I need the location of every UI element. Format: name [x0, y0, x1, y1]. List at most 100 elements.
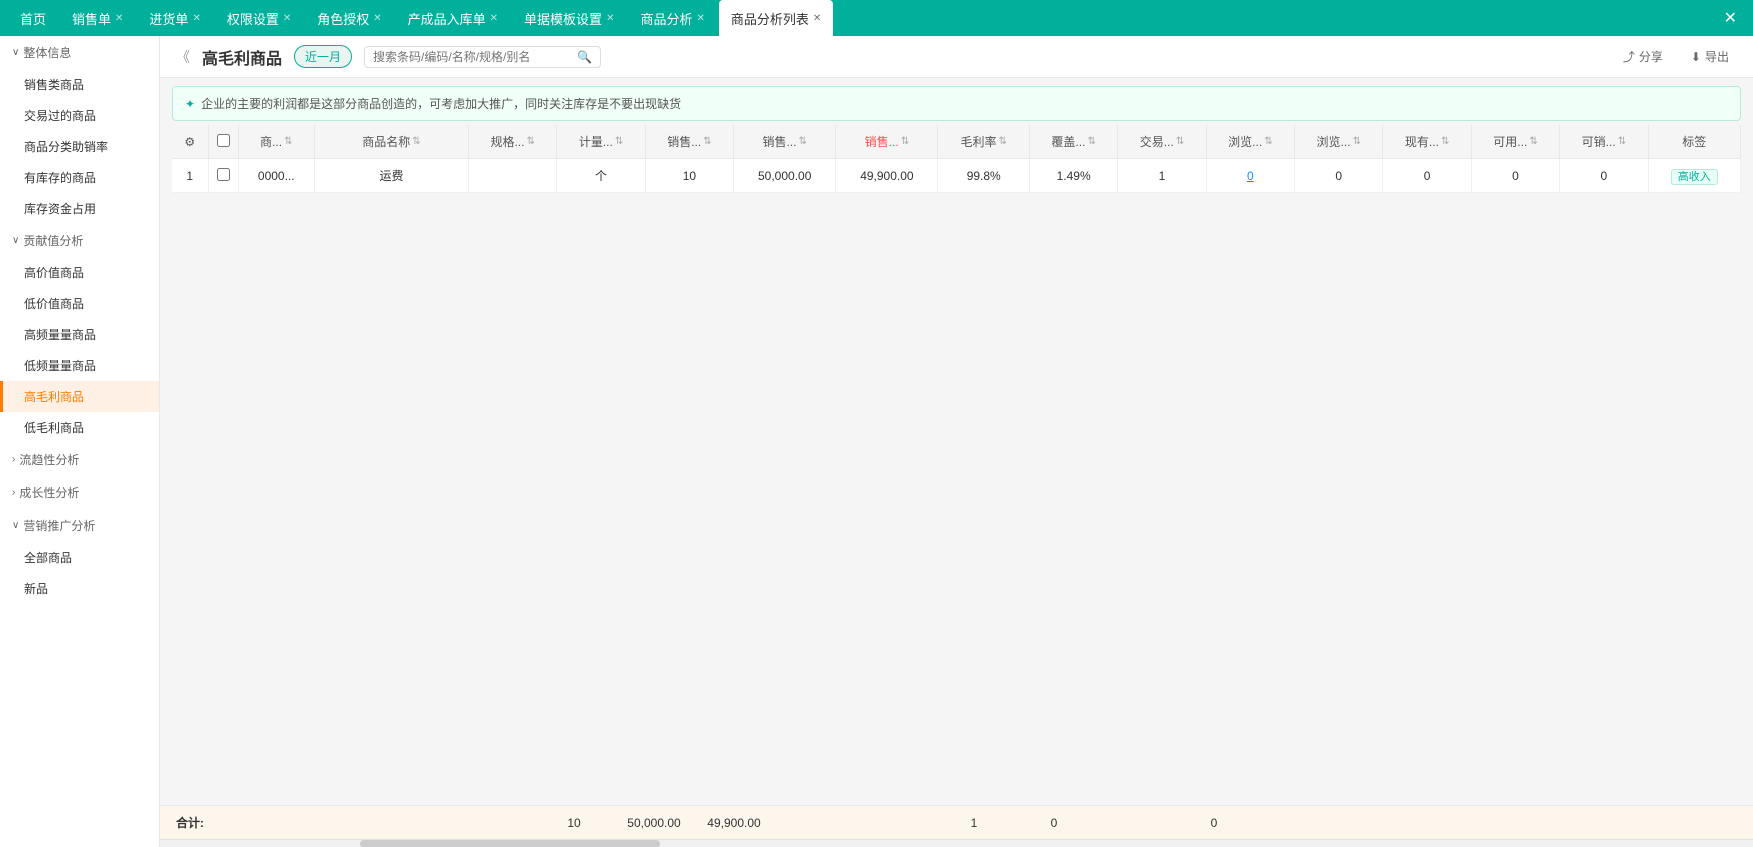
cell-tag: 高收入	[1648, 159, 1740, 193]
col-tag: 标签	[1648, 125, 1740, 159]
cell-sales-qty: 10	[645, 159, 733, 193]
table-container: ⚙ 商... ⇅ 商品名称	[160, 125, 1753, 805]
sidebar-item-high-freq[interactable]: 高频量量商品	[0, 319, 159, 350]
tab-home[interactable]: 首页	[8, 0, 58, 36]
tab-sales[interactable]: 销售单 ✕	[60, 0, 135, 36]
cell-browse1[interactable]: 0	[1206, 159, 1294, 193]
sidebar-item-inventory-goods[interactable]: 有库存的商品	[0, 162, 159, 193]
sort-icon[interactable]: ⇅	[284, 136, 292, 147]
col-spec: 规格... ⇅	[468, 125, 556, 159]
main-layout: ∨ 整体信息 销售类商品 交易过的商品 商品分类助销率 有库存的商品 库存资金占…	[0, 36, 1753, 847]
total-values: 10 50,000.00 49,900.00 1 0 0	[244, 816, 1737, 830]
scrollbar-thumb[interactable]	[360, 840, 660, 847]
row-select-checkbox[interactable]	[217, 168, 230, 181]
content-area: 《 高毛利商品 近一月 🔍 ⤴ 分享 ⬇ 导出 ✦ 企业的主要的利润都是这部分商…	[160, 36, 1753, 847]
col-sales-qty: 销售... ⇅	[645, 125, 733, 159]
sort-icon[interactable]: ⇅	[1176, 136, 1184, 147]
sort-icon[interactable]: ⇅	[526, 136, 534, 147]
sidebar-item-category-assist[interactable]: 商品分类助销率	[0, 131, 159, 162]
cell-margin-rate: 99.8%	[938, 159, 1029, 193]
close-tab-analysis[interactable]: ✕	[696, 13, 704, 24]
sidebar-group-overall[interactable]: ∨ 整体信息	[0, 36, 159, 69]
total-sales-amount: 50,000.00	[614, 816, 694, 830]
sort-icon[interactable]: ⇅	[1264, 136, 1272, 147]
search-input[interactable]	[373, 50, 573, 64]
close-tab-purchase[interactable]: ✕	[192, 13, 200, 24]
settings-icon[interactable]: ⚙	[184, 135, 195, 149]
sort-icon[interactable]: ⇅	[1618, 136, 1626, 147]
cell-sales-amount: 50,000.00	[734, 159, 836, 193]
table-header-row: ⚙ 商... ⇅ 商品名称	[172, 125, 1741, 159]
sort-icon[interactable]: ⇅	[412, 136, 420, 147]
cell-spec	[468, 159, 556, 193]
sidebar-item-new-goods[interactable]: 新品	[0, 573, 159, 604]
tab-permission[interactable]: 权限设置 ✕	[215, 0, 303, 36]
tab-role[interactable]: 角色授权 ✕	[305, 0, 393, 36]
filter-recent-month-button[interactable]: 近一月	[294, 45, 352, 68]
chevron-right-icon: ›	[12, 487, 15, 498]
sidebar-item-low-margin[interactable]: 低毛利商品	[0, 412, 159, 443]
search-box: 🔍	[364, 46, 601, 68]
sidebar-group-marketing[interactable]: ∨ 营销推广分析	[0, 509, 159, 542]
cell-name: 运费	[315, 159, 469, 193]
close-tab-permission[interactable]: ✕	[283, 13, 291, 24]
sidebar-item-high-value[interactable]: 高价值商品	[0, 257, 159, 288]
cell-sales-cost: 49,900.00	[836, 159, 938, 193]
collapse-sidebar-button[interactable]: 《	[176, 47, 190, 67]
sort-icon[interactable]: ⇅	[1441, 136, 1449, 147]
cell-browse2: 0	[1295, 159, 1383, 193]
search-icon[interactable]: 🔍	[577, 50, 592, 64]
horizontal-scrollbar[interactable]	[160, 839, 1753, 847]
chevron-down-icon: ∨	[12, 520, 19, 531]
chevron-right-icon: ›	[12, 454, 15, 465]
close-window-button[interactable]: ✕	[1716, 8, 1745, 28]
col-name: 商品名称 ⇅	[315, 125, 469, 159]
close-tab-template[interactable]: ✕	[606, 13, 614, 24]
tab-analysis[interactable]: 商品分析 ✕	[628, 0, 716, 36]
sidebar-item-low-freq[interactable]: 低频量量商品	[0, 350, 159, 381]
sort-icon[interactable]: ⇅	[1353, 136, 1361, 147]
sidebar-item-sales-goods[interactable]: 销售类商品	[0, 69, 159, 100]
total-sales-qty: 10	[534, 816, 614, 830]
close-tab-analysis-list[interactable]: ✕	[813, 13, 821, 24]
sidebar-item-low-value[interactable]: 低价值商品	[0, 288, 159, 319]
col-browse1: 浏览... ⇅	[1206, 125, 1294, 159]
sidebar-item-all-goods[interactable]: 全部商品	[0, 542, 159, 573]
tab-purchase[interactable]: 进货单 ✕	[137, 0, 212, 36]
cell-sellable: 0	[1560, 159, 1648, 193]
sort-icon[interactable]: ⇅	[615, 136, 623, 147]
close-tab-role[interactable]: ✕	[373, 13, 381, 24]
sidebar-item-inventory-ratio[interactable]: 库存资金占用	[0, 193, 159, 224]
tab-product-entry[interactable]: 产成品入库单 ✕	[396, 0, 510, 36]
col-available: 可用... ⇅	[1471, 125, 1559, 159]
sort-icon[interactable]: ⇅	[901, 136, 909, 147]
footer-total: 合计: 10 50,000.00 49,900.00 1 0	[160, 805, 1753, 839]
row-index: 1	[172, 159, 208, 193]
tab-analysis-list[interactable]: 商品分析列表 ✕	[719, 0, 833, 36]
total-trade: 1	[934, 816, 1014, 830]
select-all-checkbox[interactable]	[217, 134, 230, 147]
sidebar-group-financial[interactable]: ∨ 贡献值分析	[0, 224, 159, 257]
sidebar: ∨ 整体信息 销售类商品 交易过的商品 商品分类助销率 有库存的商品 库存资金占…	[0, 36, 160, 847]
sort-icon[interactable]: ⇅	[798, 136, 806, 147]
sidebar-item-high-margin[interactable]: 高毛利商品	[0, 381, 159, 412]
col-code: 商... ⇅	[238, 125, 315, 159]
sort-icon[interactable]: ⇅	[1087, 136, 1095, 147]
col-coverage: 覆盖... ⇅	[1029, 125, 1117, 159]
tab-template[interactable]: 单据模板设置 ✕	[512, 0, 626, 36]
row-checkbox	[208, 159, 238, 193]
col-checkbox	[208, 125, 238, 159]
export-button[interactable]: ⬇ 导出	[1683, 44, 1737, 69]
sort-icon[interactable]: ⇅	[703, 136, 711, 147]
close-tab-product-entry[interactable]: ✕	[490, 13, 498, 24]
close-tab-sales[interactable]: ✕	[115, 13, 123, 24]
sort-icon[interactable]: ⇅	[999, 136, 1007, 147]
total-sales-cost: 49,900.00	[694, 816, 774, 830]
col-settings: ⚙	[172, 125, 208, 159]
share-button[interactable]: ⤴ 分享	[1615, 44, 1671, 69]
sidebar-item-traded-goods[interactable]: 交易过的商品	[0, 100, 159, 131]
sort-icon[interactable]: ⇅	[1529, 136, 1537, 147]
cell-code: 0000...	[238, 159, 315, 193]
sidebar-group-growth[interactable]: › 成长性分析	[0, 476, 159, 509]
sidebar-group-trend[interactable]: › 流趋性分析	[0, 443, 159, 476]
